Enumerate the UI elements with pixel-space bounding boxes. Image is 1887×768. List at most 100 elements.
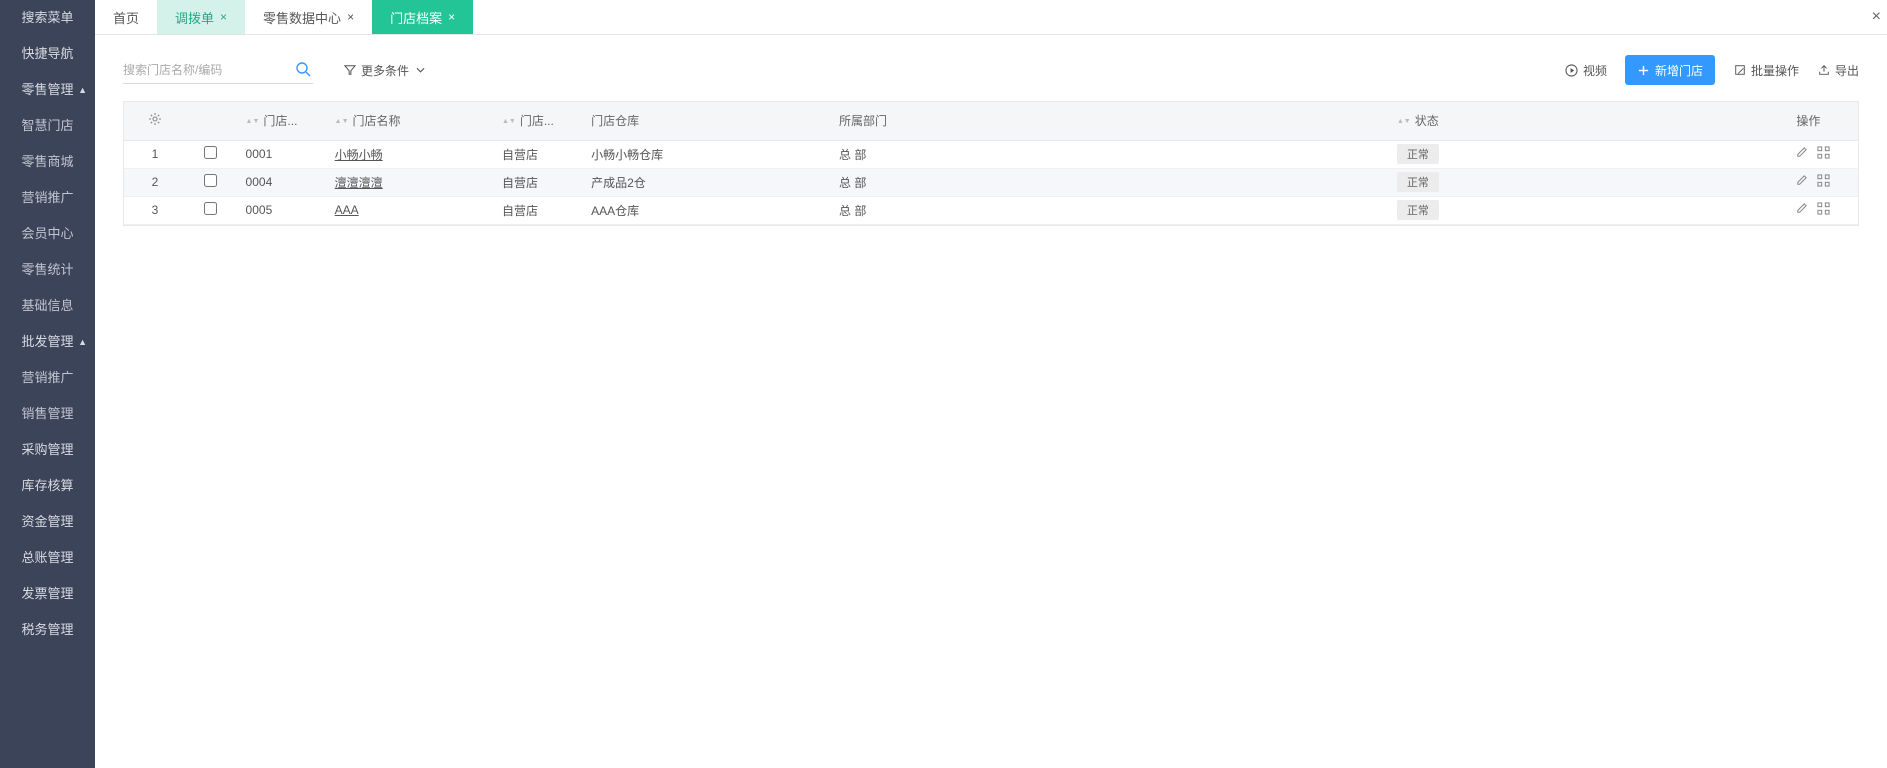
- sidebar-tax-mgmt[interactable]: 税务管理: [0, 612, 95, 648]
- tab-home[interactable]: 首页: [95, 0, 157, 34]
- row-name-cell: AAA: [325, 196, 492, 224]
- row-status-cell: 正常: [1387, 168, 1759, 196]
- tab-transfer-order-close-icon[interactable]: ×: [220, 10, 227, 24]
- table-row[interactable]: 20004澶澶澶澶自营店产成品2仓总 部正常: [124, 168, 1858, 196]
- more-conditions[interactable]: 更多条件: [343, 62, 427, 79]
- row-checkbox[interactable]: [204, 146, 217, 159]
- tab-retail-data-center-label: 零售数据中心: [263, 8, 341, 27]
- sidebar-purchase-mgmt[interactable]: 采购管理: [0, 432, 95, 468]
- add-store-label: 新增门店: [1655, 62, 1703, 79]
- col-store-name-label: 门店名称: [353, 114, 401, 128]
- row-type: 自营店: [492, 196, 581, 224]
- row-ops: [1759, 168, 1858, 196]
- status-badge: 正常: [1397, 200, 1439, 220]
- tab-store-archive-close-icon[interactable]: ×: [448, 10, 455, 24]
- col-status[interactable]: ▲▼ 状态: [1387, 102, 1759, 140]
- tab-transfer-order[interactable]: 调拨单 ×: [157, 0, 245, 34]
- sidebar-funds-mgmt[interactable]: 资金管理: [0, 504, 95, 540]
- sidebar-wholesale-sales[interactable]: 销售管理: [0, 396, 95, 432]
- row-edit-icon[interactable]: [1794, 202, 1808, 216]
- row-name-link[interactable]: AAA: [335, 203, 359, 217]
- batch-ops-button[interactable]: 批量操作: [1733, 62, 1799, 79]
- add-store-button[interactable]: 新增门店: [1625, 55, 1715, 85]
- sidebar-wholesale-mgmt[interactable]: 批发管理: [0, 324, 95, 360]
- gear-icon: [148, 112, 162, 126]
- sidebar-retail-stats[interactable]: 零售统计: [0, 252, 95, 288]
- row-name-link[interactable]: 小畅小畅: [335, 148, 383, 162]
- sidebar-retail-mall[interactable]: 零售商城: [0, 144, 95, 180]
- sidebar-retail-base-info[interactable]: 基础信息: [0, 288, 95, 324]
- sidebar-retail-marketing[interactable]: 营销推广: [0, 180, 95, 216]
- search-input[interactable]: [123, 56, 313, 84]
- export-button[interactable]: 导出: [1817, 62, 1859, 79]
- row-checkbox-cell: [186, 196, 236, 224]
- row-name-link[interactable]: 澶澶澶澶: [335, 176, 383, 190]
- table-row[interactable]: 10001小畅小畅自营店小畅小畅仓库总 部正常: [124, 140, 1858, 168]
- row-qr-icon[interactable]: [1816, 174, 1830, 188]
- sort-icon: ▲▼: [335, 119, 349, 125]
- row-status-cell: 正常: [1387, 196, 1759, 224]
- row-qr-icon[interactable]: [1816, 146, 1830, 160]
- row-index: 1: [124, 140, 186, 168]
- filter-icon: [343, 63, 357, 77]
- edit-icon: [1733, 63, 1747, 77]
- tab-retail-data-center-close-icon[interactable]: ×: [347, 10, 354, 24]
- table: ▲▼门店... ▲▼门店名称 ▲▼门店... 门店仓库: [123, 101, 1859, 226]
- col-ops: 操作: [1759, 102, 1858, 140]
- col-store-warehouse: 门店仓库: [581, 102, 829, 140]
- sort-icon: ▲▼: [246, 119, 260, 125]
- search-icon[interactable]: [295, 61, 311, 77]
- status-badge: 正常: [1397, 172, 1439, 192]
- row-edit-icon[interactable]: [1794, 174, 1808, 188]
- col-ops-label: 操作: [1796, 114, 1820, 128]
- row-index: 2: [124, 168, 186, 196]
- col-settings[interactable]: [124, 102, 186, 140]
- col-store-type[interactable]: ▲▼门店...: [492, 102, 581, 140]
- sidebar-retail-smart-store[interactable]: 智慧门店: [0, 108, 95, 144]
- col-checkbox: [186, 102, 236, 140]
- row-warehouse: 产成品2仓: [581, 168, 829, 196]
- row-name-cell: 小畅小畅: [325, 140, 492, 168]
- row-ops: [1759, 140, 1858, 168]
- sidebar-search-menu[interactable]: 搜索菜单: [0, 0, 95, 36]
- sidebar-inventory-acct[interactable]: 库存核算: [0, 468, 95, 504]
- play-circle-icon: [1565, 63, 1579, 77]
- row-edit-icon[interactable]: [1794, 146, 1808, 160]
- row-name-cell: 澶澶澶澶: [325, 168, 492, 196]
- col-store-name[interactable]: ▲▼ 门店名称: [325, 102, 492, 140]
- sidebar-invoice-mgmt[interactable]: 发票管理: [0, 576, 95, 612]
- col-status-label: 状态: [1415, 114, 1439, 128]
- row-qr-icon[interactable]: [1816, 202, 1830, 216]
- tabs-close-all-icon[interactable]: ×: [1872, 8, 1881, 26]
- col-store-type-label: 门店...: [520, 114, 554, 128]
- row-dept: 总 部: [829, 168, 1387, 196]
- status-badge: 正常: [1397, 144, 1439, 164]
- sidebar-gl-mgmt[interactable]: 总账管理: [0, 540, 95, 576]
- export-icon: [1817, 63, 1831, 77]
- sidebar-retail-member[interactable]: 会员中心: [0, 216, 95, 252]
- video-button[interactable]: 视频: [1565, 62, 1607, 79]
- tab-retail-data-center[interactable]: 零售数据中心 ×: [245, 0, 372, 34]
- sidebar-retail-mgmt[interactable]: 零售管理: [0, 72, 95, 108]
- tab-bar: 首页 调拨单 × 零售数据中心 × 门店档案 × ×: [95, 0, 1887, 35]
- tab-store-archive-label: 门店档案: [390, 8, 442, 27]
- sidebar-quick-nav[interactable]: 快捷导航: [0, 36, 95, 72]
- row-ops: [1759, 196, 1858, 224]
- table-row[interactable]: 30005AAA自营店AAA仓库总 部正常: [124, 196, 1858, 224]
- row-dept: 总 部: [829, 196, 1387, 224]
- row-warehouse: 小畅小畅仓库: [581, 140, 829, 168]
- col-store-warehouse-label: 门店仓库: [591, 114, 639, 128]
- sort-icon: ▲▼: [1397, 119, 1411, 125]
- col-store-code[interactable]: ▲▼门店...: [236, 102, 325, 140]
- row-checkbox[interactable]: [204, 202, 217, 215]
- toolbar: 更多条件 视频 新增门店: [123, 53, 1859, 87]
- row-checkbox[interactable]: [204, 174, 217, 187]
- video-label: 视频: [1583, 62, 1607, 79]
- tab-store-archive[interactable]: 门店档案 ×: [372, 0, 473, 34]
- sidebar-wholesale-marketing[interactable]: 营销推广: [0, 360, 95, 396]
- col-store-code-label: 门店...: [263, 114, 297, 128]
- table-header-row: ▲▼门店... ▲▼门店名称 ▲▼门店... 门店仓库: [124, 102, 1858, 140]
- row-index: 3: [124, 196, 186, 224]
- batch-ops-label: 批量操作: [1751, 62, 1799, 79]
- row-code: 0004: [236, 168, 325, 196]
